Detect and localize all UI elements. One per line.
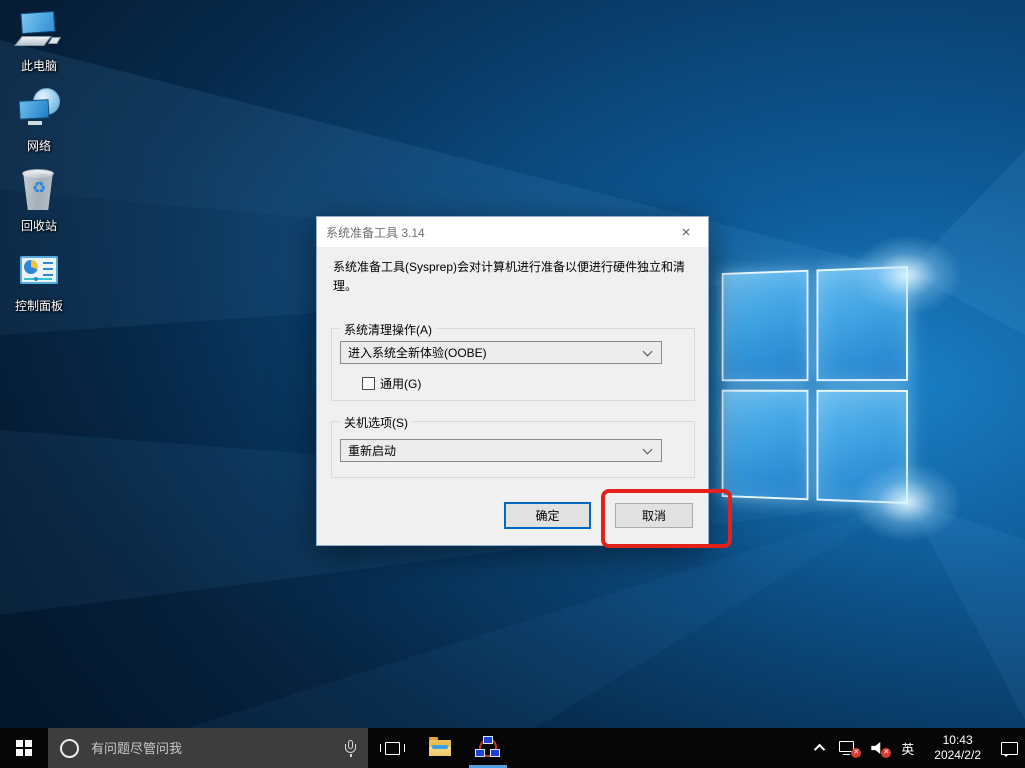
error-badge: ✕: [851, 748, 862, 758]
search-input[interactable]: [91, 740, 343, 756]
cortana-icon: [60, 738, 79, 758]
volume-muted-icon: ✕: [871, 741, 892, 758]
volume-button[interactable]: ✕: [864, 728, 894, 768]
generalize-checkbox-row: 通用(G): [362, 375, 421, 392]
dialog-description: 系统准备工具(Sysprep)会对计算机进行准备以便进行硬件独立和清理。: [333, 260, 686, 294]
desktop-icon-label: 回收站: [20, 219, 57, 233]
clock[interactable]: 10:43 2024/2/2: [921, 728, 994, 768]
dialog-titlebar: 系统准备工具 3.14 ×: [317, 217, 708, 247]
recycle-bin-icon: ♻: [16, 168, 62, 214]
time-label: 10:43: [942, 733, 973, 747]
recycle-glyph: ♻: [31, 180, 47, 197]
ok-button[interactable]: 确定: [504, 502, 591, 529]
dropdown-value: 重新启动: [348, 444, 397, 458]
ime-language-label: 英: [901, 741, 915, 757]
control-panel-icon: [16, 248, 62, 294]
microphone-icon[interactable]: [343, 739, 358, 757]
glow-effect: [852, 462, 962, 542]
system-tray: ✕ ✕ 英 10:43 2024/2/2: [810, 728, 1025, 768]
windows-start-icon: [16, 740, 32, 756]
date-label: 2024/2/2: [934, 748, 981, 762]
desktop-icon-label: 此电脑: [20, 59, 57, 73]
generalize-checkbox[interactable]: [362, 377, 375, 390]
sysprep-taskbar-button[interactable]: [464, 728, 512, 768]
windows-logo-pane: [721, 269, 808, 381]
clock-text: 10:43 2024/2/2: [928, 733, 987, 763]
chevron-down-icon: [642, 444, 653, 455]
file-explorer-icon: [429, 737, 451, 756]
cleanup-groupbox: 系统清理操作(A) 进入系统全新体验(OOBE) 通用(G): [331, 321, 695, 401]
network-disconnected-icon: ✕: [839, 741, 862, 758]
windows-desktop: 此电脑 网络 ♻ 回收站 控制面板 系统准备工具 3.14 × 系统准备工具(S…: [0, 0, 1025, 768]
glow-effect: [852, 235, 962, 315]
generalize-checkbox-label: 通用(G): [380, 377, 422, 391]
chevron-down-icon: [642, 346, 653, 357]
error-badge: ✕: [881, 748, 892, 758]
shutdown-group-label: 关机选项(S): [340, 414, 412, 431]
dropdown-value: 进入系统全新体验(OOBE): [348, 346, 487, 360]
chevron-up-icon: [814, 743, 826, 756]
desktop-icon-this-pc[interactable]: 此电脑: [6, 8, 72, 74]
task-view-icon: [379, 741, 405, 755]
action-center-icon: [1001, 741, 1018, 757]
taskbar-search-box[interactable]: [48, 728, 368, 768]
task-view-button[interactable]: [368, 728, 416, 768]
windows-logo-pane: [721, 389, 808, 501]
cleanup-action-dropdown[interactable]: 进入系统全新体验(OOBE): [340, 341, 662, 364]
action-center-button[interactable]: [994, 728, 1025, 768]
ime-indicator[interactable]: 英: [894, 728, 921, 768]
desktop-icon-control-panel[interactable]: 控制面板: [6, 248, 72, 314]
network-icon: [16, 88, 62, 134]
desktop-icon-network[interactable]: 网络: [6, 88, 72, 154]
start-button[interactable]: [0, 728, 48, 768]
desktop-icon-list: 此电脑 网络 ♻ 回收站 控制面板: [6, 8, 72, 328]
desktop-icon-recycle-bin[interactable]: ♻ 回收站: [6, 168, 72, 234]
network-status-button[interactable]: ✕: [832, 728, 864, 768]
this-pc-icon: [14, 8, 62, 54]
desktop-icon-label: 网络: [26, 139, 51, 153]
annotation-highlight-rectangle: [601, 489, 732, 548]
sysprep-app-icon: [475, 735, 501, 760]
shutdown-groupbox: 关机选项(S) 重新启动: [331, 414, 695, 478]
tray-overflow-button[interactable]: [810, 728, 832, 768]
cleanup-group-label: 系统清理操作(A): [340, 321, 436, 338]
file-explorer-button[interactable]: [416, 728, 464, 768]
dialog-title: 系统准备工具 3.14: [326, 225, 425, 240]
desktop-icon-label: 控制面板: [14, 299, 63, 313]
close-icon[interactable]: ×: [664, 217, 708, 247]
shutdown-option-dropdown[interactable]: 重新启动: [340, 439, 662, 462]
taskbar: ✕ ✕ 英 10:43 2024/2/2: [0, 728, 1025, 768]
